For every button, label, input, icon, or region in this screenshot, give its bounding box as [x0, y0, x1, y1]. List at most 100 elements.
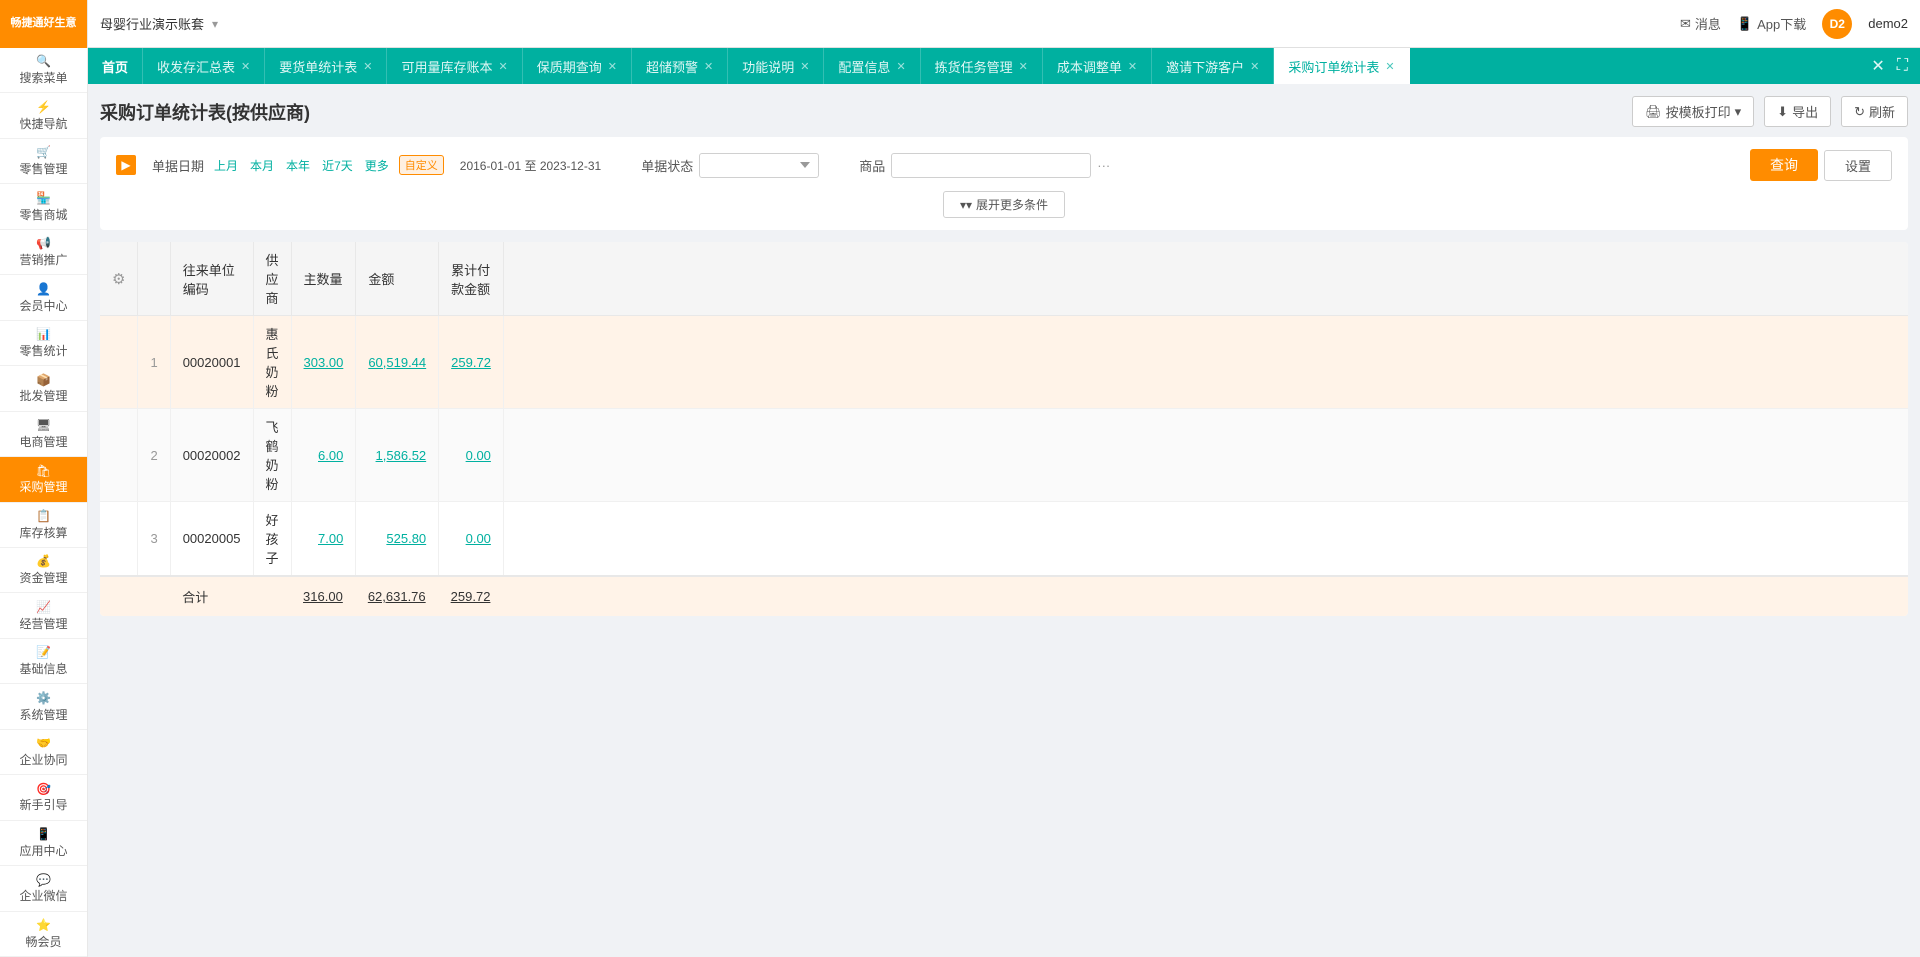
- sidebar-item-enterprise-collab[interactable]: 🤝企业协同: [0, 730, 87, 775]
- toggle-filter-button[interactable]: ▶: [116, 155, 136, 175]
- sidebar-item-retail-mall[interactable]: 🏪零售商城: [0, 184, 87, 229]
- user-name[interactable]: demo2: [1868, 16, 1908, 31]
- td-quantity[interactable]: 303.00: [291, 316, 356, 409]
- tab-expiry-query[interactable]: 保质期查询✕: [523, 48, 632, 84]
- date-shortcut-更多[interactable]: 更多: [361, 155, 393, 176]
- tab-close-expiry-query[interactable]: ✕: [608, 60, 617, 73]
- td-quantity[interactable]: 7.00: [291, 502, 356, 577]
- column-settings-icon[interactable]: ⚙: [112, 271, 125, 288]
- status-select[interactable]: [699, 153, 819, 178]
- date-shortcut-本月[interactable]: 本月: [246, 155, 278, 176]
- tab-invite-customer[interactable]: 邀请下游客户 ✕: [1152, 48, 1274, 84]
- goods-filter-label: 商品: [859, 156, 885, 175]
- td-unit-code: 00020005: [170, 502, 253, 577]
- sidebar-item-quick-nav[interactable]: ⚡快捷导航: [0, 93, 87, 138]
- tabbar-end: ✕ ⛶: [1859, 56, 1920, 76]
- tab-close-config-info[interactable]: ✕: [896, 60, 905, 73]
- tab-close-pick-task[interactable]: ✕: [1019, 60, 1028, 73]
- enterprise-wechat-label: 企业微信: [19, 888, 67, 905]
- user-avatar[interactable]: D2: [1822, 9, 1852, 39]
- td-gear: [100, 316, 138, 409]
- tab-overstock-warning[interactable]: 超储预警✕: [632, 48, 728, 84]
- td-extra: [503, 409, 1908, 502]
- tab-stock-ledger[interactable]: 可用量库存账本✕: [387, 48, 522, 84]
- tab-close-overstock-warning[interactable]: ✕: [704, 60, 713, 73]
- tab-config-info[interactable]: 配置信息✕: [824, 48, 920, 84]
- sidebar-item-pro-member[interactable]: ⭐畅会员: [0, 912, 87, 957]
- td-amount[interactable]: 1,586.52: [356, 409, 439, 502]
- expand-more-label: 展开更多条件: [976, 196, 1048, 213]
- tab-close-purchase-summary[interactable]: ✕: [1385, 60, 1394, 73]
- date-shortcut-近7天[interactable]: 近7天: [318, 155, 357, 176]
- date-custom-badge[interactable]: 自定义: [399, 155, 444, 175]
- goods-search-input[interactable]: [891, 153, 1091, 178]
- td-paid-amount[interactable]: 0.00: [439, 409, 504, 502]
- th-paid-amount: 累计付款金额: [439, 242, 504, 316]
- tab-label-invite-customer: 邀请下游客户: [1166, 57, 1244, 76]
- tab-purchase-summary[interactable]: 采购订单统计表✕: [1274, 48, 1409, 84]
- sidebar-item-app-center[interactable]: 📱应用中心: [0, 821, 87, 866]
- sidebar-item-new-guide[interactable]: 🎯新手引导: [0, 775, 87, 820]
- message-icon: ✉: [1680, 16, 1691, 32]
- sidebar-item-purchase-manage[interactable]: 🛍采购管理: [0, 457, 87, 502]
- sidebar-item-member-center[interactable]: 👤会员中心: [0, 275, 87, 320]
- tab-order-summary[interactable]: 要货单统计表✕: [265, 48, 387, 84]
- tab-home[interactable]: 首页: [88, 48, 143, 84]
- td-amount[interactable]: 60,519.44: [356, 316, 439, 409]
- tab-pick-task[interactable]: 拣货任务管理✕: [921, 48, 1043, 84]
- td-paid-amount[interactable]: 259.72: [439, 316, 504, 409]
- system-manage-label: 系统管理: [19, 707, 67, 724]
- td-extra: [503, 502, 1908, 577]
- td-gear: [100, 502, 138, 577]
- sidebar-item-marketing[interactable]: 📢营销推广: [0, 230, 87, 275]
- template-print-arrow: ▾: [1735, 104, 1742, 120]
- finance-manage-icon: 💰: [36, 553, 51, 570]
- message-action[interactable]: ✉ 消息: [1680, 14, 1721, 33]
- td-quantity[interactable]: 6.00: [291, 409, 356, 502]
- pro-member-icon: ⭐: [36, 917, 51, 934]
- status-filter-label: 单据状态: [641, 156, 693, 175]
- expand-more-button[interactable]: ▾▾ 展开更多条件: [943, 191, 1065, 218]
- tab-close-invite-customer[interactable]: ✕: [1250, 60, 1259, 73]
- tab-collect-summary[interactable]: 收发存汇总表✕: [143, 48, 265, 84]
- td-unit-code: 00020002: [170, 409, 253, 502]
- wholesale-manage-icon: 📦: [36, 372, 51, 389]
- summary-row: 合计 316.00 62,631.76 259.72: [100, 576, 1908, 616]
- settings-button[interactable]: 设置: [1824, 150, 1892, 181]
- template-print-button[interactable]: 🖨 按模板打印 ▾: [1632, 96, 1754, 127]
- sidebar-item-finance-manage[interactable]: 💰资金管理: [0, 548, 87, 593]
- tab-close-cost-adjust[interactable]: ✕: [1128, 60, 1137, 73]
- date-shortcut-本年[interactable]: 本年: [282, 155, 314, 176]
- sidebar-item-stock-check[interactable]: 📋库存核算: [0, 503, 87, 548]
- refresh-button[interactable]: ↻ 刷新: [1841, 96, 1908, 127]
- sidebar-item-retail-manage[interactable]: 🛒零售管理: [0, 139, 87, 184]
- topbar: 母婴行业演示账套 ▾ ✉ 消息 📱 App下载 D2 demo2: [88, 0, 1920, 48]
- sidebar-item-enterprise-wechat[interactable]: 💬企业微信: [0, 866, 87, 911]
- tab-close-all-button[interactable]: ✕: [1867, 56, 1888, 76]
- tab-close-function-desc[interactable]: ✕: [800, 60, 809, 73]
- tab-function-desc[interactable]: 功能说明 ✕: [728, 48, 824, 84]
- tab-label-function-desc: 功能说明: [742, 57, 794, 76]
- sidebar-item-retail-stats[interactable]: 📊零售统计: [0, 321, 87, 366]
- query-button[interactable]: 查询: [1750, 149, 1818, 181]
- tab-close-stock-ledger[interactable]: ✕: [499, 60, 508, 73]
- tab-close-collect-summary[interactable]: ✕: [241, 60, 250, 73]
- tab-cost-adjust[interactable]: 成本调整单✕: [1043, 48, 1152, 84]
- table-row: 1 00020001 惠氏奶粉 303.00 60,519.44 259.72: [100, 316, 1908, 409]
- purchase-manage-icon: 🛍: [36, 463, 51, 480]
- sidebar-item-ecommerce-manage[interactable]: 🖥电商管理: [0, 412, 87, 457]
- td-paid-amount[interactable]: 0.00: [439, 502, 504, 577]
- goods-more-icon[interactable]: ···: [1097, 158, 1110, 173]
- export-button[interactable]: ⬇ 导出: [1764, 96, 1831, 127]
- sidebar-item-wholesale-manage[interactable]: 📦批发管理: [0, 366, 87, 411]
- sidebar-item-operation-manage[interactable]: 📈经营管理: [0, 593, 87, 638]
- sidebar-item-basic-info[interactable]: 📝基础信息: [0, 639, 87, 684]
- tab-maximize-button[interactable]: ⛶: [1893, 57, 1912, 75]
- app-download-action[interactable]: 📱 App下载: [1737, 14, 1806, 33]
- tab-close-order-summary[interactable]: ✕: [363, 60, 372, 73]
- td-amount[interactable]: 525.80: [356, 502, 439, 577]
- workspace-dropdown-icon[interactable]: ▾: [212, 17, 218, 31]
- date-shortcut-上月[interactable]: 上月: [210, 155, 242, 176]
- sidebar-item-search[interactable]: 🔍搜索菜单: [0, 48, 87, 93]
- sidebar-item-system-manage[interactable]: ⚙️系统管理: [0, 684, 87, 729]
